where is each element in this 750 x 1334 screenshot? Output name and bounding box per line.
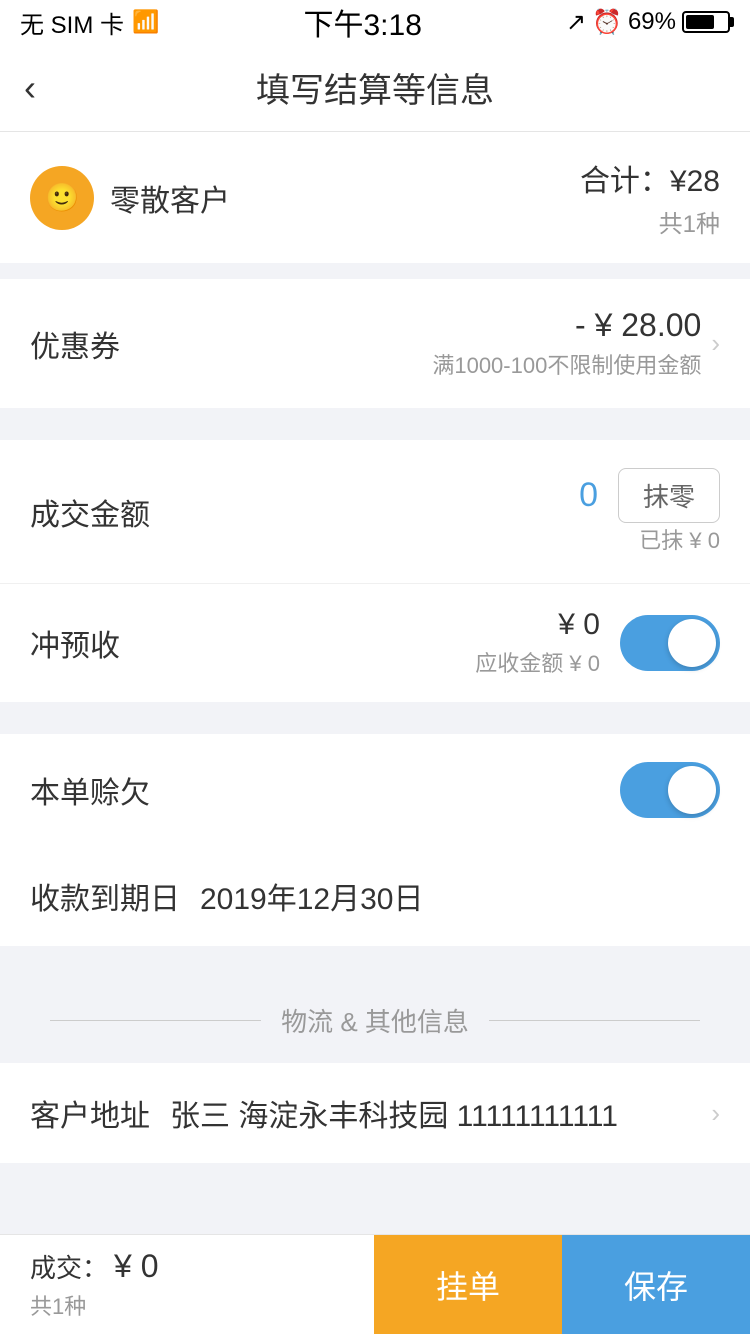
save-button[interactable]: 保存 xyxy=(562,1235,750,1334)
debit-toggle-knob xyxy=(668,766,716,814)
transaction-section: 成交金额 抹零 已抹 ¥ 0 冲预收 ¥ 0 应收金额 ¥ 0 xyxy=(0,440,750,702)
customer-left: 🙂 零散客户 xyxy=(30,166,230,230)
customer-total: 合计：¥28 共1种 xyxy=(580,156,720,239)
section-divider-1 xyxy=(0,424,750,440)
advance-label: 冲预收 xyxy=(30,621,120,665)
bottom-total-row: 成交： ¥ 0 xyxy=(30,1248,344,1285)
back-button[interactable]: ‹ xyxy=(24,67,36,109)
deducted-label: 已抹 ¥ 0 xyxy=(518,523,720,555)
logistics-divider-left xyxy=(50,1020,261,1021)
total-amount: 合计：¥28 xyxy=(580,156,720,200)
logistics-divider-right xyxy=(489,1020,700,1021)
hang-button[interactable]: 挂单 xyxy=(374,1235,562,1334)
status-bar: 无 SIM 卡 📶 下午3:18 ↗ ⏰ 69% xyxy=(0,0,750,44)
wifi-icon: 📶 xyxy=(132,9,159,35)
advance-charge-row: 冲预收 ¥ 0 应收金额 ¥ 0 xyxy=(0,584,750,702)
avatar-icon: 🙂 xyxy=(45,181,80,214)
nav-bar: ‹ 填写结算等信息 xyxy=(0,44,750,132)
due-date-label: 收款到期日 xyxy=(30,874,180,918)
logistics-header: 物流 & 其他信息 xyxy=(0,978,750,1063)
advance-amounts: ¥ 0 应收金额 ¥ 0 xyxy=(475,608,600,678)
page-title: 填写结算等信息 xyxy=(256,63,494,112)
coupon-section[interactable]: 优惠券 - ¥ 28.00 满1000-100不限制使用金额 › xyxy=(0,279,750,408)
transaction-amount-row: 成交金额 抹零 已抹 ¥ 0 xyxy=(0,440,750,584)
coupon-discount: - ¥ 28.00 xyxy=(432,307,701,344)
debit-toggle[interactable] xyxy=(620,762,720,818)
round-off-button[interactable]: 抹零 xyxy=(618,468,720,523)
coupon-info: - ¥ 28.00 满1000-100不限制使用金额 xyxy=(432,307,701,380)
total-count: 共1种 xyxy=(580,204,720,239)
bottom-info: 成交： ¥ 0 共1种 xyxy=(0,1248,374,1321)
section-divider-2 xyxy=(0,718,750,734)
battery-percent: 69% xyxy=(628,8,676,36)
address-label: 客户地址 xyxy=(30,1091,150,1135)
customer-row: 🙂 零散客户 合计：¥28 共1种 xyxy=(0,132,750,263)
toggle-knob xyxy=(668,619,716,667)
address-value: 张三 海淀永丰科技园 11111111111 xyxy=(170,1091,711,1135)
debit-section: 本单赊欠 收款到期日 2019年12月30日 xyxy=(0,734,750,946)
coupon-right: - ¥ 28.00 满1000-100不限制使用金额 › xyxy=(432,307,720,380)
status-left: 无 SIM 卡 📶 xyxy=(20,5,159,40)
customer-section: 🙂 零散客户 合计：¥28 共1种 xyxy=(0,132,750,263)
address-chevron-icon: › xyxy=(711,1098,720,1129)
customer-name: 零散客户 xyxy=(110,176,230,220)
debit-label: 本单赊欠 xyxy=(30,768,150,812)
coupon-label: 优惠券 xyxy=(30,322,120,366)
address-row[interactable]: 客户地址 张三 海淀永丰科技园 11111111111 › xyxy=(0,1063,750,1163)
advance-amount: ¥ 0 xyxy=(475,608,600,642)
status-right: ↗ ⏰ 69% xyxy=(566,8,730,37)
coupon-row[interactable]: 优惠券 - ¥ 28.00 满1000-100不限制使用金额 › xyxy=(0,279,750,408)
time-display: 下午3:18 xyxy=(303,0,421,44)
chevron-right-icon: › xyxy=(711,328,720,359)
battery-fill xyxy=(686,15,714,29)
location-icon: ↗ xyxy=(566,8,586,37)
avatar: 🙂 xyxy=(30,166,94,230)
section-divider-3 xyxy=(0,962,750,978)
transaction-right: 抹零 已抹 ¥ 0 xyxy=(518,468,720,555)
due-date-value: 2019年12月30日 xyxy=(200,874,423,918)
bottom-transaction-label: 成交： xyxy=(30,1248,108,1285)
bottom-transaction-amount: ¥ 0 xyxy=(114,1248,158,1285)
logistics-title: 物流 & 其他信息 xyxy=(281,1002,469,1039)
transaction-label: 成交金额 xyxy=(30,490,150,534)
coupon-desc: 满1000-100不限制使用金额 xyxy=(432,348,701,380)
transaction-input-row: 抹零 xyxy=(518,468,720,523)
debit-row: 本单赊欠 xyxy=(0,734,750,846)
address-section[interactable]: 客户地址 张三 海淀永丰科技园 11111111111 › xyxy=(0,1063,750,1163)
bottom-count: 共1种 xyxy=(30,1289,344,1321)
due-date-row: 收款到期日 2019年12月30日 xyxy=(0,846,750,946)
advance-right: ¥ 0 应收金额 ¥ 0 xyxy=(475,608,720,678)
alarm-icon: ⏰ xyxy=(592,8,622,37)
advance-toggle[interactable] xyxy=(620,615,720,671)
advance-receivable: 应收金额 ¥ 0 xyxy=(475,646,600,678)
bottom-bar: 成交： ¥ 0 共1种 挂单 保存 xyxy=(0,1234,750,1334)
carrier-text: 无 SIM 卡 xyxy=(20,5,124,40)
transaction-amount-input[interactable] xyxy=(518,476,598,515)
battery-icon xyxy=(682,11,730,33)
